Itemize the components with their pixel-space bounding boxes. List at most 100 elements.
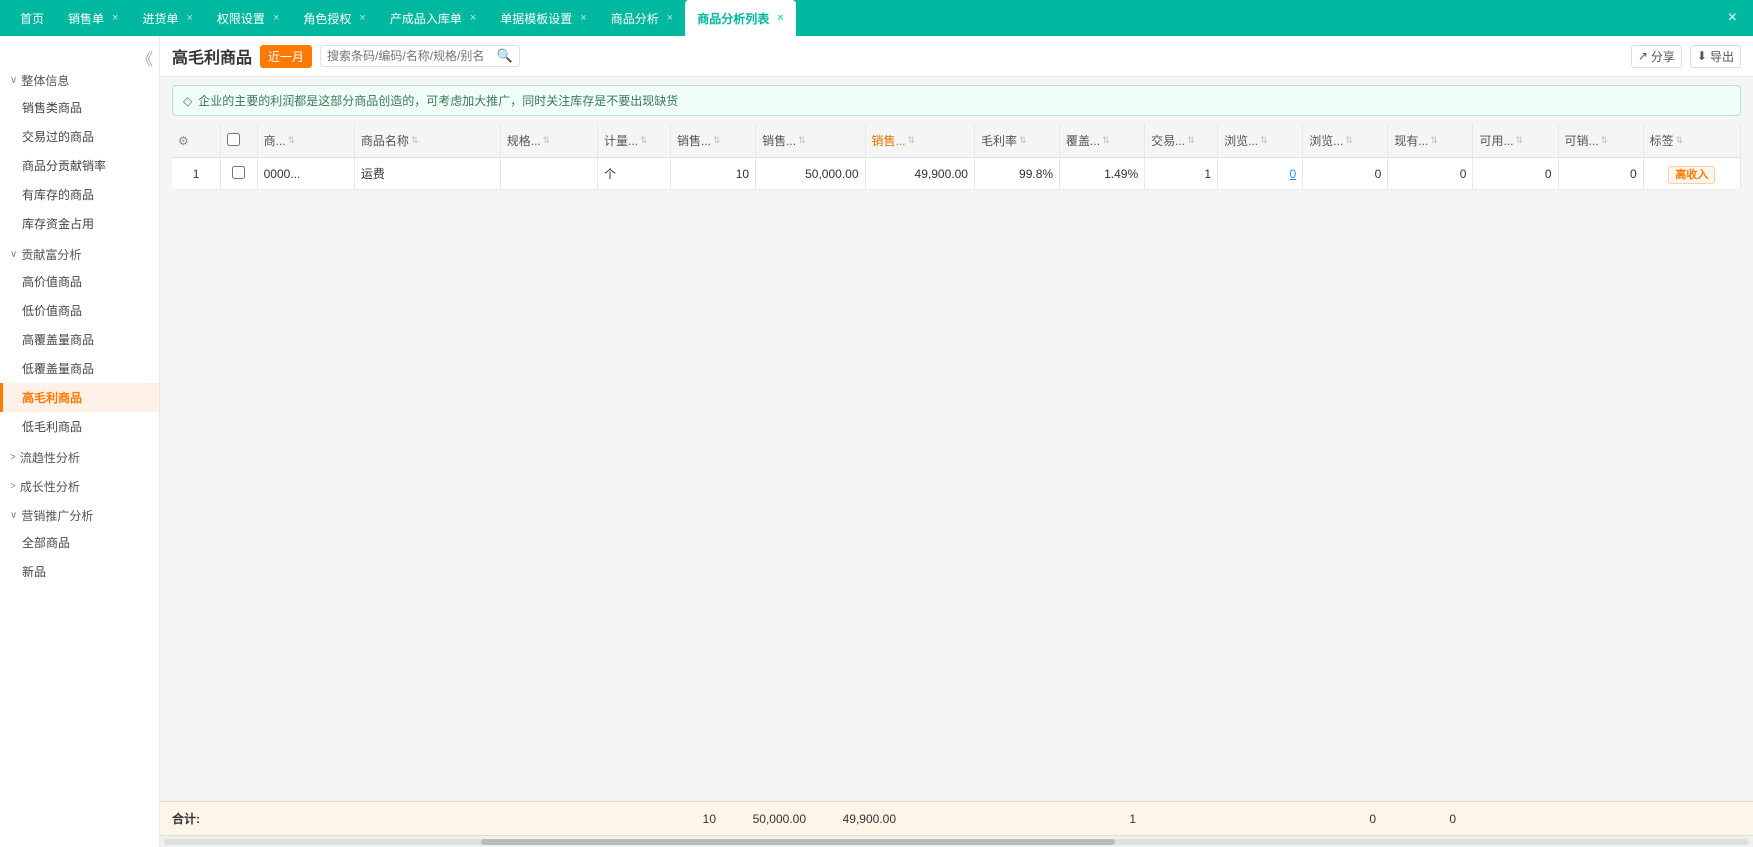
page-title: 高毛利商品 xyxy=(172,44,252,68)
cell-code: 0000... xyxy=(257,158,354,190)
cell-sales-cost: 49,900.00 xyxy=(865,158,974,190)
cell-current: 0 xyxy=(1388,158,1473,190)
nav-tab-close-商品分析[interactable]: × xyxy=(667,12,673,24)
th-sellable[interactable]: 可销...⇅ xyxy=(1558,124,1643,158)
nav-tab-close-产成品入库单[interactable]: × xyxy=(470,12,476,24)
horizontal-scrollbar[interactable] xyxy=(160,835,1753,847)
footer-cells: 10 50,000.00 49,900.00 1 0 0 xyxy=(232,812,1741,826)
nav-tab-进货单[interactable]: 进货单× xyxy=(130,0,204,36)
data-table: ⚙ 商...⇅ 商品名称⇅ 规格...⇅ 计量...⇅ 销售...⇅ 销售...… xyxy=(172,124,1741,190)
nav-tab-产成品入库单[interactable]: 产成品入库单× xyxy=(378,0,488,36)
nav-tab-角色授权[interactable]: 角色授权× xyxy=(291,0,377,36)
footer-available: 0 xyxy=(1382,812,1462,826)
cell-num: 1 xyxy=(172,158,221,190)
th-name[interactable]: 商品名称⇅ xyxy=(354,124,500,158)
footer-trade: 1 xyxy=(1062,812,1142,826)
nav-tab-商品分析列表[interactable]: 商品分析列表× xyxy=(685,0,795,36)
footer-sales-cost: 49,900.00 xyxy=(812,812,902,826)
search-box: 🔍 xyxy=(320,45,520,67)
export-icon: ⬇ xyxy=(1697,49,1707,63)
cell-unit: 个 xyxy=(598,158,671,190)
cell-sales-amt: 50,000.00 xyxy=(756,158,865,190)
nav-tab-销售单[interactable]: 销售单× xyxy=(56,0,130,36)
nav-tab-单据模板设置[interactable]: 单据模板设置× xyxy=(488,0,598,36)
search-input[interactable] xyxy=(327,49,493,63)
cell-check[interactable] xyxy=(221,158,257,190)
cell-sellable: 0 xyxy=(1558,158,1643,190)
nav-tab-close-单据模板设置[interactable]: × xyxy=(580,12,586,24)
sidebar-group-贡献富分析[interactable]: ∨贡献富分析 xyxy=(0,238,159,267)
main-layout: 《 ∨整体信息销售类商品交易过的商品商品分贡献销率有库存的商品库存资金占用∨贡献… xyxy=(0,36,1753,847)
nav-tab-商品分析[interactable]: 商品分析× xyxy=(599,0,685,36)
cell-tag: 高收入 xyxy=(1643,158,1740,190)
th-code[interactable]: 商...⇅ xyxy=(257,124,354,158)
th-spec[interactable]: 规格...⇅ xyxy=(500,124,597,158)
th-tag[interactable]: 标签⇅ xyxy=(1643,124,1740,158)
sidebar-collapse-button[interactable]: 《 xyxy=(135,44,155,72)
nav-tab-close-进货单[interactable]: × xyxy=(186,12,192,24)
sidebar-item-全部商品[interactable]: 全部商品 xyxy=(0,528,159,557)
share-button[interactable]: ↗ 分享 xyxy=(1631,45,1682,68)
sidebar-item-新品[interactable]: 新品 xyxy=(0,557,159,586)
th-checkbox[interactable] xyxy=(221,124,257,158)
nav-tab-close-权限设置[interactable]: × xyxy=(273,12,279,24)
sidebar-item-交易过的商品[interactable]: 交易过的商品 xyxy=(0,122,159,151)
share-icon: ↗ xyxy=(1638,49,1648,63)
th-available[interactable]: 可用...⇅ xyxy=(1473,124,1558,158)
scrollbar-thumb[interactable] xyxy=(481,839,1115,845)
time-filter-button[interactable]: 近一月 xyxy=(260,45,312,68)
content-header: 高毛利商品 近一月 🔍 ↗ 分享 ⬇ 导出 xyxy=(160,36,1753,77)
cell-gross-rate: 99.8% xyxy=(974,158,1059,190)
cell-available: 0 xyxy=(1473,158,1558,190)
sidebar-item-有库存的商品[interactable]: 有库存的商品 xyxy=(0,180,159,209)
nav-tab-首页[interactable]: 首页 xyxy=(8,0,56,36)
table-wrapper: ⚙ 商...⇅ 商品名称⇅ 规格...⇅ 计量...⇅ 销售...⇅ 销售...… xyxy=(172,124,1741,801)
sidebar-item-低覆盖量商品[interactable]: 低覆盖量商品 xyxy=(0,354,159,383)
sidebar-item-低毛利商品[interactable]: 低毛利商品 xyxy=(0,412,159,441)
th-browse2[interactable]: 浏览...⇅ xyxy=(1303,124,1388,158)
nav-tab-close-商品分析列表[interactable]: × xyxy=(777,12,783,24)
th-sales-cost[interactable]: 销售...⇅ xyxy=(865,124,974,158)
sidebar-item-高价值商品[interactable]: 高价值商品 xyxy=(0,267,159,296)
sidebar-item-高覆盖量商品[interactable]: 高覆盖量商品 xyxy=(0,325,159,354)
export-button[interactable]: ⬇ 导出 xyxy=(1690,45,1741,68)
cell-trade: 1 xyxy=(1145,158,1218,190)
cell-name: 运费 xyxy=(354,158,500,190)
th-browse1[interactable]: 浏览...⇅ xyxy=(1218,124,1303,158)
th-cover[interactable]: 覆盖...⇅ xyxy=(1060,124,1145,158)
header-actions: ↗ 分享 ⬇ 导出 xyxy=(1631,45,1741,68)
footer-total-label: 合计: xyxy=(172,810,232,827)
select-all-checkbox[interactable] xyxy=(227,133,240,146)
th-gross-rate[interactable]: 毛利率⇅ xyxy=(974,124,1059,158)
th-unit[interactable]: 计量...⇅ xyxy=(598,124,671,158)
cell-browse2: 0 xyxy=(1303,158,1388,190)
sidebar-item-销售类商品[interactable]: 销售类商品 xyxy=(0,93,159,122)
sidebar-item-低价值商品[interactable]: 低价值商品 xyxy=(0,296,159,325)
th-sales-qty[interactable]: 销售...⇅ xyxy=(670,124,755,158)
th-settings[interactable]: ⚙ xyxy=(172,124,221,158)
sidebar: 《 ∨整体信息销售类商品交易过的商品商品分贡献销率有库存的商品库存资金占用∨贡献… xyxy=(0,36,160,847)
th-trade[interactable]: 交易...⇅ xyxy=(1145,124,1218,158)
th-sales-amt[interactable]: 销售...⇅ xyxy=(756,124,865,158)
sidebar-group-营销推广分析[interactable]: ∨营销推广分析 xyxy=(0,499,159,528)
table-header-row: ⚙ 商...⇅ 商品名称⇅ 规格...⇅ 计量...⇅ 销售...⇅ 销售...… xyxy=(172,124,1741,158)
search-icon[interactable]: 🔍 xyxy=(497,48,513,64)
sidebar-item-库存资金占用[interactable]: 库存资金占用 xyxy=(0,209,159,238)
th-current[interactable]: 现有...⇅ xyxy=(1388,124,1473,158)
nav-tab-权限设置[interactable]: 权限设置× xyxy=(205,0,291,36)
nav-tab-close-销售单[interactable]: × xyxy=(112,12,118,24)
sidebar-item-商品分贡献销率[interactable]: 商品分贡献销率 xyxy=(0,151,159,180)
sidebar-group-流趋性分析[interactable]: >流趋性分析 xyxy=(0,441,159,470)
cell-cover: 1.49% xyxy=(1060,158,1145,190)
scrollbar-track xyxy=(164,839,1749,845)
table-row: 1 0000... 运费 个 10 50,000.00 49,900.00 99… xyxy=(172,158,1741,190)
sidebar-group-成长性分析[interactable]: >成长性分析 xyxy=(0,470,159,499)
sidebar-item-高毛利商品[interactable]: 高毛利商品 xyxy=(0,383,159,412)
cell-browse1[interactable]: 0 xyxy=(1218,158,1303,190)
close-all-button[interactable]: × xyxy=(1720,9,1745,27)
footer-bar: 合计: 10 50,000.00 49,900.00 1 0 0 xyxy=(160,801,1753,835)
footer-sales-amt: 50,000.00 xyxy=(722,812,812,826)
top-navigation: 首页销售单×进货单×权限设置×角色授权×产成品入库单×单据模板设置×商品分析×商… xyxy=(0,0,1753,36)
nav-tab-close-角色授权[interactable]: × xyxy=(359,12,365,24)
cell-spec xyxy=(500,158,597,190)
